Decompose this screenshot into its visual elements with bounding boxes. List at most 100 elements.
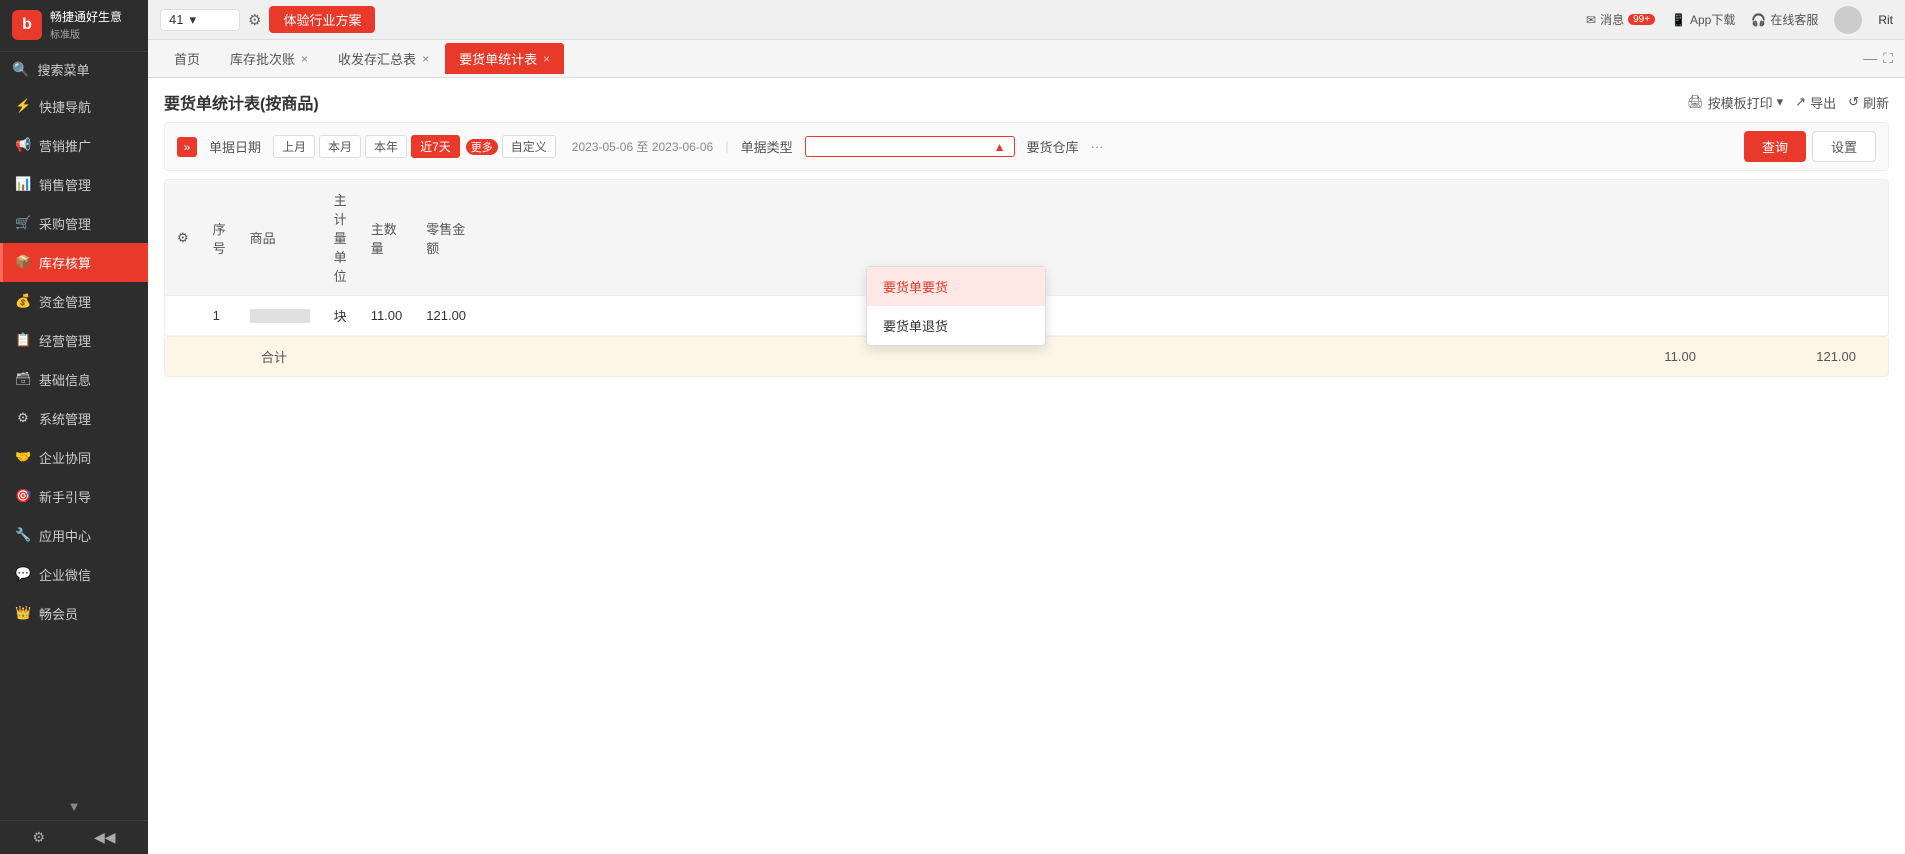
- sidebar-item-purchase[interactable]: 🛒 采购管理: [0, 204, 148, 243]
- sidebar-item-finance[interactable]: 💰 资金管理: [0, 282, 148, 321]
- warehouse-more-icon[interactable]: ···: [1091, 139, 1104, 154]
- collapse-icon[interactable]: ◀◀: [94, 829, 116, 846]
- download-icon: 📱: [1671, 13, 1686, 27]
- tab-inventory-batch-close[interactable]: ×: [301, 52, 308, 66]
- settings-icon[interactable]: ⚙: [32, 829, 45, 846]
- operations-icon: 📋: [15, 332, 31, 348]
- company-selector[interactable]: 41 ▾: [160, 9, 240, 31]
- sidebar-bottom: ⚙ ◀◀: [0, 820, 148, 854]
- sidebar-item-label: 快捷导航: [39, 97, 91, 116]
- page-header: 要货单统计表(按商品) 🖨 按模板打印 ▾ ↗ 导出 ↺ 刷新: [148, 78, 1905, 122]
- topbar-left: 41 ▾ ⚙ 体验行业方案: [160, 6, 1586, 33]
- date-filter-btns: 上月 本月 本年 近7天 更多 自定义: [273, 135, 556, 158]
- date-label: 单据日期: [209, 137, 261, 156]
- sidebar-item-marketing[interactable]: 📢 营销推广: [0, 126, 148, 165]
- dropdown-item-order-req[interactable]: 要货单要货: [867, 267, 1045, 306]
- export-btn[interactable]: ↗ 导出: [1795, 93, 1836, 112]
- settings-btn[interactable]: 设置: [1812, 131, 1876, 162]
- sidebar-item-base-info[interactable]: 🗃 基础信息: [0, 360, 148, 399]
- sidebar-item-inventory[interactable]: 📦 库存核算: [0, 243, 148, 282]
- sidebar-item-label: 系统管理: [39, 409, 91, 428]
- col-extra: [478, 180, 1888, 296]
- row-extra: [478, 296, 1888, 336]
- sidebar-item-app-center[interactable]: 🔧 应用中心: [0, 516, 148, 555]
- enterprise-icon: 🤝: [15, 449, 31, 465]
- topbar-right: ✉ 消息 99+ 📱 App下载 🎧 在线客服 Rit: [1586, 6, 1893, 34]
- tab-collection-summary-close[interactable]: ×: [422, 52, 429, 66]
- print-chevron-icon: ▾: [1777, 94, 1784, 110]
- page-actions: 🖨 按模板打印 ▾ ↗ 导出 ↺ 刷新: [1687, 93, 1889, 112]
- tab-inventory-batch[interactable]: 库存批次账 ×: [216, 43, 322, 74]
- tab-order-stats-close[interactable]: ×: [543, 52, 550, 66]
- type-selector[interactable]: ▲: [805, 136, 1015, 157]
- date-btn-last-month[interactable]: 上月: [273, 135, 315, 158]
- sidebar-item-enterprise[interactable]: 🤝 企业协同: [0, 438, 148, 477]
- tab-home[interactable]: 首页: [160, 43, 214, 74]
- system-icon: ⚙: [15, 410, 31, 426]
- print-icon: 🖨: [1687, 94, 1704, 110]
- row-unit: 块: [322, 296, 359, 336]
- sidebar-item-quick-nav[interactable]: ⚡ 快捷导航: [0, 87, 148, 126]
- sidebar-item-wechat[interactable]: 💬 企业微信: [0, 555, 148, 594]
- messages-btn[interactable]: ✉ 消息 99+: [1586, 11, 1655, 28]
- row-settings-cell: [165, 296, 201, 336]
- avatar[interactable]: [1834, 6, 1862, 34]
- date-range-display: 2023-05-06 至 2023-06-06: [572, 138, 713, 155]
- member-icon: 👑: [15, 605, 31, 621]
- refresh-btn[interactable]: ↺ 刷新: [1848, 93, 1889, 112]
- row-qty: 11.00: [359, 296, 415, 336]
- online-service-btn[interactable]: 🎧 在线客服: [1751, 11, 1818, 28]
- row-amount: 121.00: [414, 296, 478, 336]
- page-title: 要货单统计表(按商品): [164, 90, 319, 114]
- sidebar-item-label: 营销推广: [39, 136, 91, 155]
- sidebar: b 畅捷通好生意 标准版 🔍 搜索菜单 ⚡ 快捷导航 📢 营销推广 📊 销售管理…: [0, 0, 148, 854]
- page-content: 要货单统计表(按商品) 🖨 按模板打印 ▾ ↗ 导出 ↺ 刷新: [148, 78, 1905, 854]
- date-btn-this-month[interactable]: 本月: [319, 135, 361, 158]
- col-product: 商品: [238, 180, 322, 296]
- sales-icon: 📊: [15, 176, 31, 192]
- tab-home-label: 首页: [174, 49, 200, 68]
- maximize-icon[interactable]: ⛶: [1883, 50, 1893, 67]
- app-download-btn[interactable]: 📱 App下载: [1671, 11, 1735, 28]
- sidebar-nav: ⚡ 快捷导航 📢 营销推广 📊 销售管理 🛒 采购管理 📦 库存核算 💰 资金管…: [0, 87, 148, 793]
- wechat-icon: 💬: [15, 566, 31, 582]
- col-qty: 主数量: [359, 180, 415, 296]
- table-settings-icon[interactable]: ⚙: [177, 230, 189, 245]
- sidebar-item-label: 企业协同: [39, 448, 91, 467]
- tab-order-stats[interactable]: 要货单统计表 ×: [445, 43, 564, 74]
- sidebar-item-label: 采购管理: [39, 214, 91, 233]
- type-input[interactable]: [814, 139, 990, 154]
- dropdown-item-order-ret[interactable]: 要货单退货: [867, 306, 1045, 345]
- sidebar-scroll-down[interactable]: ▼: [0, 793, 148, 820]
- filter-action-btns: 查询 设置: [1744, 131, 1876, 162]
- tab-collection-summary[interactable]: 收发存汇总表 ×: [324, 43, 443, 74]
- query-btn[interactable]: 查询: [1744, 131, 1806, 162]
- username[interactable]: Rit: [1878, 13, 1893, 27]
- tab-order-stats-label: 要货单统计表: [459, 49, 537, 68]
- sidebar-item-sales[interactable]: 📊 销售管理: [0, 165, 148, 204]
- sidebar-item-label: 应用中心: [39, 526, 91, 545]
- tabs-bar: 首页 库存批次账 × 收发存汇总表 × 要货单统计表 × — ⛶: [148, 40, 1905, 78]
- col-settings[interactable]: ⚙: [165, 180, 201, 296]
- search-icon: 🔍: [12, 61, 29, 78]
- sidebar-item-member[interactable]: 👑 畅会员: [0, 594, 148, 633]
- date-btn-this-year[interactable]: 本年: [365, 135, 407, 158]
- topbar-gear-icon[interactable]: ⚙: [248, 11, 261, 29]
- industry-btn[interactable]: 体验行业方案: [269, 6, 375, 33]
- more-badge[interactable]: 更多: [466, 139, 498, 155]
- date-btn-custom[interactable]: 自定义: [502, 135, 556, 158]
- topbar: 41 ▾ ⚙ 体验行业方案 ✉ 消息 99+ 📱 App下载 🎧 在线客服 Ri…: [148, 0, 1905, 40]
- purchase-icon: 🛒: [15, 215, 31, 231]
- filter-expand-btn[interactable]: »: [177, 137, 197, 157]
- date-btn-last-7days[interactable]: 近7天: [411, 135, 460, 158]
- sidebar-item-operations[interactable]: 📋 经营管理: [0, 321, 148, 360]
- search-menu[interactable]: 🔍 搜索菜单: [0, 52, 148, 87]
- sidebar-item-label: 企业微信: [39, 565, 91, 584]
- print-btn[interactable]: 🖨 按模板打印 ▾: [1687, 93, 1783, 112]
- sidebar-item-label: 库存核算: [39, 253, 91, 272]
- type-label: 单据类型: [741, 137, 793, 156]
- sidebar-item-guide[interactable]: 🎯 新手引导: [0, 477, 148, 516]
- minimize-icon[interactable]: —: [1863, 50, 1877, 67]
- sidebar-item-label: 畅会员: [39, 604, 78, 623]
- sidebar-item-system[interactable]: ⚙ 系统管理: [0, 399, 148, 438]
